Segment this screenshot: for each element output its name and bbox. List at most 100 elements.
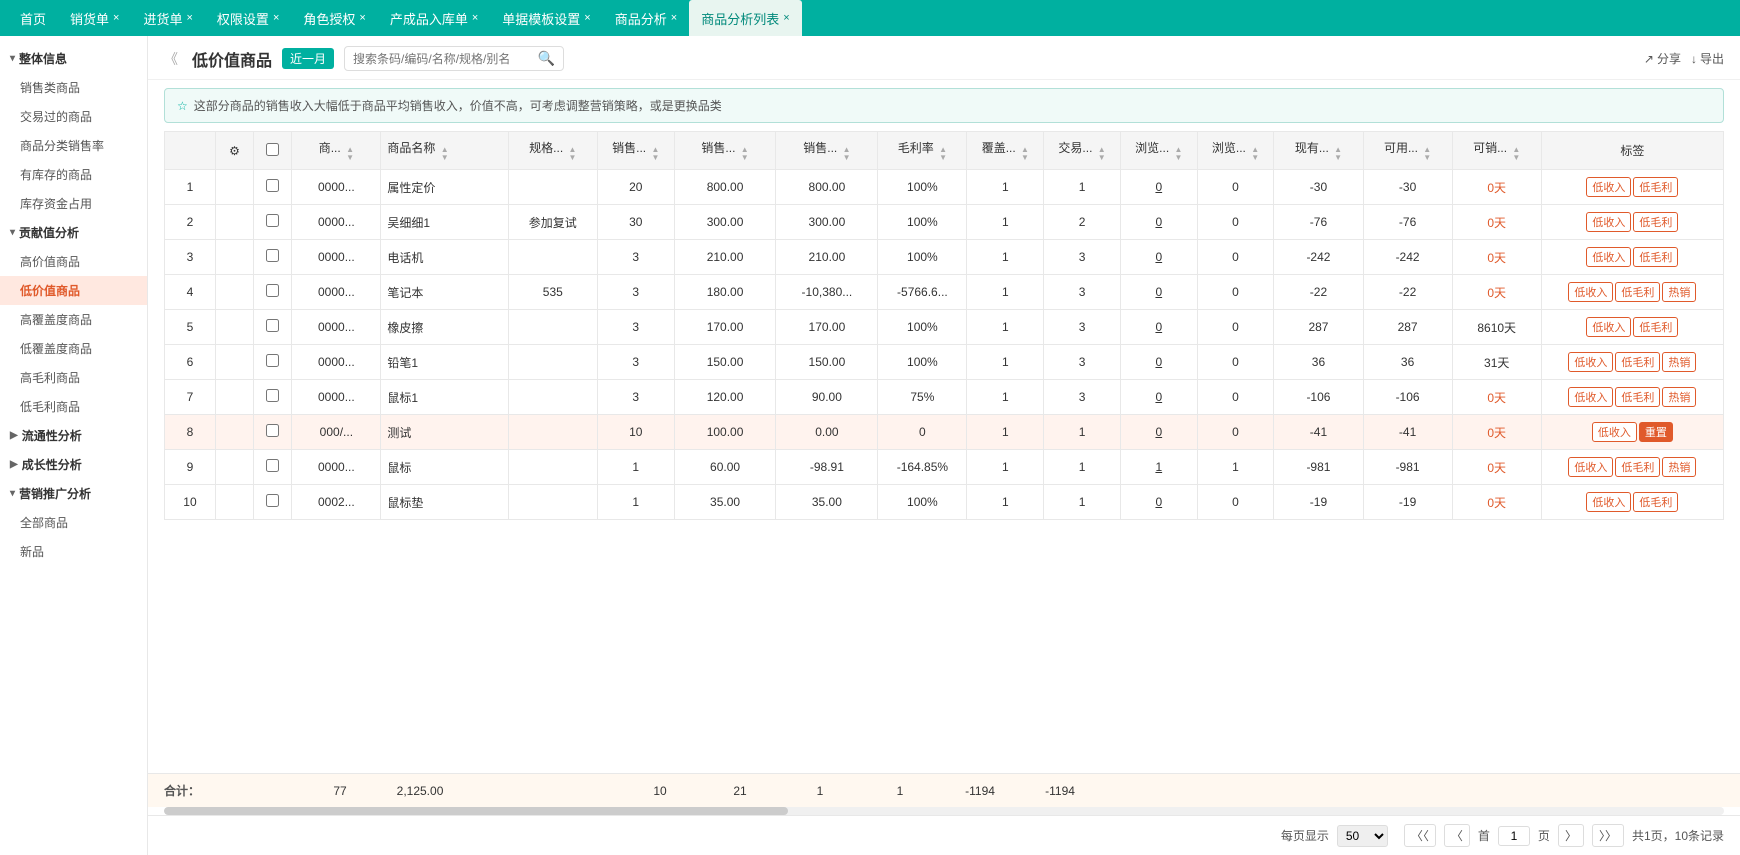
section-overall[interactable]: ▾ 整体信息 bbox=[0, 44, 147, 73]
first-page-btn[interactable]: 〈〈 bbox=[1404, 824, 1436, 847]
col-header-avail: 可用... ▲▼ bbox=[1363, 132, 1452, 170]
prev-page-btn[interactable]: 〈 bbox=[1444, 824, 1470, 847]
content-area: 《 低价值商品 近一月 🔍 ↗ 分享 ↓ 导出 ☆ 这部分商品的销售收入大幅 bbox=[148, 36, 1740, 855]
tag-label: 低收入 bbox=[1568, 352, 1613, 372]
row-select[interactable] bbox=[266, 389, 279, 402]
table-row: 4 0000... 笔记本 535 3 180.00 -10,380... -5… bbox=[165, 275, 1724, 310]
browse1-link[interactable]: 0 bbox=[1155, 285, 1162, 299]
nav-role-close[interactable]: × bbox=[359, 12, 365, 24]
per-page-select[interactable]: 50 20 100 bbox=[1337, 825, 1388, 847]
row-tags: 低收入低毛利热销 bbox=[1541, 345, 1723, 380]
sidebar-item-high-profit[interactable]: 高毛利商品 bbox=[0, 363, 147, 392]
browse1-link[interactable]: 0 bbox=[1155, 215, 1162, 229]
nav-permission-close[interactable]: × bbox=[273, 12, 279, 24]
section-marketing[interactable]: ▾ 营销推广分析 bbox=[0, 479, 147, 508]
section-contribution[interactable]: ▾ 贡献值分析 bbox=[0, 218, 147, 247]
browse1-link[interactable]: 0 bbox=[1155, 355, 1162, 369]
sidebar-item-high-value[interactable]: 高价值商品 bbox=[0, 247, 147, 276]
row-sale1: 100.00 bbox=[674, 415, 776, 450]
nav-purchase-close[interactable]: × bbox=[186, 12, 192, 24]
browse1-link[interactable]: 1 bbox=[1155, 460, 1162, 474]
row-checkbox bbox=[254, 485, 292, 520]
filter-tag-month[interactable]: 近一月 bbox=[282, 48, 334, 69]
row-browse1: 0 bbox=[1120, 485, 1197, 520]
row-checkbox bbox=[254, 240, 292, 275]
row-select[interactable] bbox=[266, 214, 279, 227]
tag-label: 低收入 bbox=[1586, 492, 1631, 512]
row-trade: 3 bbox=[1044, 345, 1121, 380]
browse1-link[interactable]: 0 bbox=[1155, 180, 1162, 194]
row-trade: 3 bbox=[1044, 310, 1121, 345]
nav-permission[interactable]: 权限设置 × bbox=[205, 0, 291, 36]
sidebar-item-category-rate[interactable]: 商品分类销售率 bbox=[0, 131, 147, 160]
row-sale2: 170.00 bbox=[776, 310, 878, 345]
sidebar-item-all-goods[interactable]: 全部商品 bbox=[0, 508, 147, 537]
row-sale2: 0.00 bbox=[776, 415, 878, 450]
nav-analysis-list-close[interactable]: × bbox=[783, 12, 789, 24]
browse1-link[interactable]: 0 bbox=[1155, 320, 1162, 334]
nav-analysis[interactable]: 商品分析 × bbox=[603, 0, 689, 36]
col-header-browse1: 浏览... ▲▼ bbox=[1120, 132, 1197, 170]
nav-purchase[interactable]: 进货单 × bbox=[131, 0, 204, 36]
nav-template-close[interactable]: × bbox=[584, 12, 590, 24]
row-select[interactable] bbox=[266, 179, 279, 192]
sidebar-item-traded[interactable]: 交易过的商品 bbox=[0, 102, 147, 131]
browse1-link[interactable]: 0 bbox=[1155, 390, 1162, 404]
row-select[interactable] bbox=[266, 424, 279, 437]
row-select[interactable] bbox=[266, 249, 279, 262]
last-page-btn[interactable]: 〉〉 bbox=[1592, 824, 1624, 847]
sidebar-item-capital[interactable]: 库存资金占用 bbox=[0, 189, 147, 218]
nav-inventory[interactable]: 产成品入库单 × bbox=[378, 0, 490, 36]
row-curr: -30 bbox=[1274, 170, 1363, 205]
sidebar-item-inventory[interactable]: 有库存的商品 bbox=[0, 160, 147, 189]
browse1-link[interactable]: 0 bbox=[1155, 495, 1162, 509]
row-num: 4 bbox=[165, 275, 216, 310]
export-btn[interactable]: ↓ 导出 bbox=[1691, 50, 1724, 67]
row-select[interactable] bbox=[266, 354, 279, 367]
row-select[interactable] bbox=[266, 494, 279, 507]
footer-sellable bbox=[1100, 784, 1180, 798]
nav-inventory-close[interactable]: × bbox=[472, 12, 478, 24]
sidebar-item-new-goods[interactable]: 新品 bbox=[0, 537, 147, 566]
nav-analysis-list[interactable]: 商品分析列表 × bbox=[689, 0, 801, 36]
row-select[interactable] bbox=[266, 284, 279, 297]
row-qty: 1 bbox=[597, 450, 674, 485]
search-icon[interactable]: 🔍 bbox=[538, 50, 555, 67]
nav-role[interactable]: 角色授权 × bbox=[291, 0, 377, 36]
select-all-checkbox[interactable] bbox=[266, 143, 279, 156]
row-sale2: -98.91 bbox=[776, 450, 878, 485]
search-input[interactable] bbox=[353, 52, 538, 66]
section-overall-label: 整体信息 bbox=[19, 50, 67, 67]
gear-icon[interactable]: ⚙ bbox=[229, 144, 240, 158]
arrow-overall: ▾ bbox=[10, 53, 15, 64]
row-qty: 30 bbox=[597, 205, 674, 240]
sidebar-item-low-coverage[interactable]: 低覆盖度商品 bbox=[0, 334, 147, 363]
row-sellable: 0天 bbox=[1452, 380, 1541, 415]
row-name: 属性定价 bbox=[381, 170, 508, 205]
sidebar-item-high-coverage[interactable]: 高覆盖度商品 bbox=[0, 305, 147, 334]
page-number-input[interactable] bbox=[1498, 826, 1530, 846]
browse1-link[interactable]: 0 bbox=[1155, 250, 1162, 264]
sidebar-item-low-value[interactable]: 低价值商品 bbox=[0, 276, 147, 305]
nav-sales[interactable]: 销货单 × bbox=[58, 0, 131, 36]
next-page-btn[interactable]: 〉 bbox=[1558, 824, 1584, 847]
sidebar-item-low-profit[interactable]: 低毛利商品 bbox=[0, 392, 147, 421]
row-sellable: 31天 bbox=[1452, 345, 1541, 380]
col-header-num bbox=[165, 132, 216, 170]
section-growth[interactable]: ▶ 成长性分析 bbox=[0, 450, 147, 479]
row-sellable: 0天 bbox=[1452, 275, 1541, 310]
sidebar-collapse-btn[interactable]: 《 bbox=[164, 49, 178, 69]
nav-home[interactable]: 首页 bbox=[8, 0, 58, 36]
nav-template[interactable]: 单据模板设置 × bbox=[490, 0, 602, 36]
browse1-link[interactable]: 0 bbox=[1155, 425, 1162, 439]
nav-analysis-close[interactable]: × bbox=[671, 12, 677, 24]
row-rate: -5766.6... bbox=[878, 275, 967, 310]
row-select[interactable] bbox=[266, 319, 279, 332]
nav-sales-close[interactable]: × bbox=[113, 12, 119, 24]
section-liquidity[interactable]: ▶ 流通性分析 bbox=[0, 421, 147, 450]
share-btn[interactable]: ↗ 分享 bbox=[1644, 50, 1681, 67]
sidebar-item-sales-goods[interactable]: 销售类商品 bbox=[0, 73, 147, 102]
row-select[interactable] bbox=[266, 459, 279, 472]
tag-label: 低毛利 bbox=[1633, 247, 1678, 267]
row-sale1: 300.00 bbox=[674, 205, 776, 240]
